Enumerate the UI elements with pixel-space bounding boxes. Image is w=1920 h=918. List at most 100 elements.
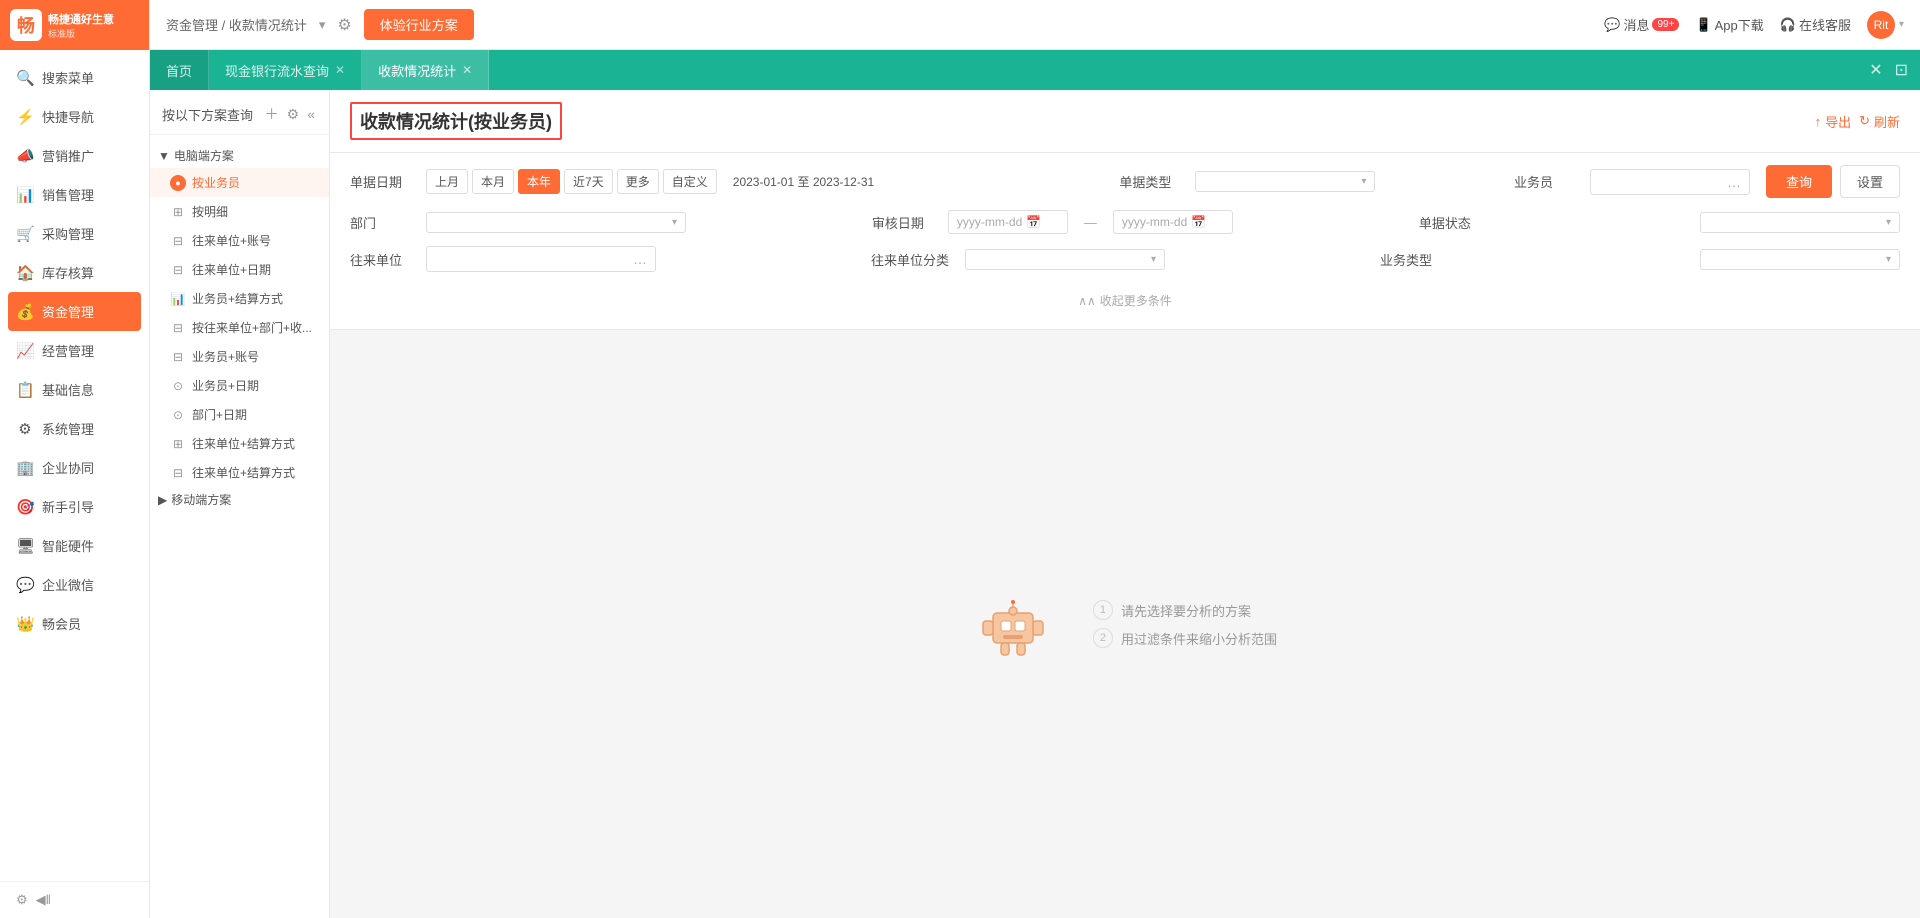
partner-category-select[interactable]: ▾ [965, 249, 1165, 270]
trial-button[interactable]: 体验行业方案 [364, 9, 474, 40]
tab-home[interactable]: 首页 [150, 50, 209, 90]
dept-select[interactable]: ▾ [426, 212, 686, 233]
salesman-select[interactable]: … [1590, 169, 1750, 195]
date-opt-custom[interactable]: 自定义 [663, 169, 717, 194]
sidebar-item-search[interactable]: 🔍 搜索菜单 [0, 58, 149, 97]
biz-type-dropdown-icon: ▾ [1886, 254, 1891, 265]
enterprise-icon: 🏢 [16, 459, 34, 477]
group-label: 电脑端方案 [174, 147, 234, 164]
mobile-group-label: 移动端方案 [171, 491, 231, 508]
sidebar-item-member[interactable]: 👑 畅会员 [0, 604, 149, 643]
tab-bank[interactable]: 现金银行流水查询 ✕ [209, 50, 362, 90]
review-date-from[interactable]: yyyy-mm-dd 📅 [948, 210, 1068, 234]
empty-state-container: 1 请先选择要分析的方案 2 用过滤条件来缩小分析范围 [973, 583, 1277, 666]
page-header: 收款情况统计(按业务员) ↑ 导出 ↻ 刷新 [330, 90, 1920, 153]
partner-select[interactable]: … [426, 246, 656, 272]
sidebar-menu: 🔍 搜索菜单 ⚡ 快捷导航 📣 营销推广 📊 销售管理 🛒 采购管理 🏠 库存核… [0, 50, 149, 881]
scheme-pd-icon: ⊟ [170, 263, 186, 277]
message-button[interactable]: 💬 消息 99+ [1604, 15, 1679, 34]
empty-illustration [973, 583, 1053, 666]
marketing-icon: 📣 [16, 147, 34, 165]
sidebar-item-system[interactable]: ⚙ 系统管理 [0, 409, 149, 448]
member-icon: 👑 [16, 615, 34, 633]
date-opt-this-year[interactable]: 本年 [518, 169, 560, 194]
page-title: 收款情况统计(按业务员) [350, 102, 562, 140]
export-button[interactable]: ↑ 导出 [1815, 112, 1852, 131]
sales-icon: 📊 [16, 186, 34, 204]
scheme-ss-icon: 📊 [170, 292, 186, 306]
scheme-item-salesman-account[interactable]: ⊟ 业务员+账号 [150, 342, 329, 371]
scheme-item-partner-settle2[interactable]: ⊟ 往来单位+结算方式 [150, 458, 329, 487]
sidebar-item-enterprise[interactable]: 🏢 企业协同 [0, 448, 149, 487]
scheme-item-dept-date[interactable]: ⊙ 部门+日期 [150, 400, 329, 429]
add-scheme-button[interactable]: ＋ [263, 102, 281, 126]
guide-icon: 🎯 [16, 498, 34, 516]
scheme-item-salesman-settle[interactable]: 📊 业务员+结算方式 [150, 284, 329, 313]
doc-type-label: 单据类型 [1119, 172, 1179, 191]
doc-status-dropdown-icon: ▾ [1886, 217, 1891, 228]
date-opt-more[interactable]: 更多 [617, 169, 659, 194]
settings-bottom-icon[interactable]: ⚙ [16, 892, 28, 908]
sidebar-item-purchase[interactable]: 🛒 采购管理 [0, 214, 149, 253]
scheme-item-partner-dept[interactable]: ⊟ 按往来单位+部门+收... [150, 313, 329, 342]
doc-status-label: 单据状态 [1419, 213, 1479, 232]
doc-status-select[interactable]: ▾ [1700, 212, 1900, 233]
inventory-icon: 🏠 [16, 264, 34, 282]
tab-spacer [489, 50, 1857, 90]
date-opt-7days[interactable]: 近7天 [564, 169, 613, 194]
sidebar-item-wechat[interactable]: 💬 企业微信 [0, 565, 149, 604]
scheme-group-mobile[interactable]: ▶ 移动端方案 [150, 487, 329, 512]
topbar: 资金管理 / 收款情况统计 ▾ ⚙ 体验行业方案 💬 消息 99+ 📱 App下… [150, 0, 1920, 50]
sidebar-item-quicknav[interactable]: ⚡ 快捷导航 [0, 97, 149, 136]
scheme-item-partner-settle1[interactable]: ⊞ 往来单位+结算方式 [150, 429, 329, 458]
scheme-item-partner-account[interactable]: ⊟ 往来单位+账号 [150, 226, 329, 255]
scheme-panel-actions: ＋ ⚙ « [263, 102, 317, 126]
review-date-label: 审核日期 [872, 213, 932, 232]
bank-tab-close-icon[interactable]: ✕ [335, 63, 345, 77]
sidebar-item-basic[interactable]: 📋 基础信息 [0, 370, 149, 409]
sidebar-item-finance[interactable]: 💰 资金管理 [8, 292, 141, 331]
biz-type-select[interactable]: ▾ [1700, 249, 1900, 270]
scheme-item-by-salesman[interactable]: ● 按业务员 [150, 168, 329, 197]
close-window-icon[interactable]: ✕ [1869, 60, 1882, 80]
online-service-button[interactable]: 🎧 在线客服 [1780, 15, 1851, 34]
topbar-gear-icon[interactable]: ⚙ [337, 15, 351, 35]
breadcrumb-dropdown-icon[interactable]: ▾ [319, 17, 326, 33]
collapse-filter-button[interactable]: ∧∧ 收起更多条件 [350, 284, 1900, 317]
refresh-button[interactable]: ↻ 刷新 [1859, 112, 1900, 131]
receipt-tab-close-icon[interactable]: ✕ [462, 63, 472, 77]
date-opt-this-month[interactable]: 本月 [472, 169, 514, 194]
review-date-to[interactable]: yyyy-mm-dd 📅 [1113, 210, 1233, 234]
tab-receipt[interactable]: 收款情况统计 ✕ [362, 50, 489, 90]
scheme-ps1-icon: ⊞ [170, 437, 186, 451]
scheme-item-by-detail[interactable]: ⊞ 按明细 [150, 197, 329, 226]
collapse-sidebar-icon[interactable]: ◀‖ [36, 892, 51, 908]
scheme-item-partner-date[interactable]: ⊟ 往来单位+日期 [150, 255, 329, 284]
sidebar-bottom: ⚙ ◀‖ [0, 881, 149, 918]
service-icon: 🎧 [1780, 17, 1796, 33]
hardware-icon: 🖥 [16, 537, 34, 555]
user-info[interactable]: Rit ▾ [1867, 11, 1904, 39]
sidebar-item-sales[interactable]: 📊 销售管理 [0, 175, 149, 214]
sidebar-item-inventory[interactable]: 🏠 库存核算 [0, 253, 149, 292]
logo-area: 畅 畅捷通好生意 标准版 [0, 0, 149, 50]
maximize-icon[interactable]: ⊡ [1895, 60, 1908, 80]
scheme-group-desktop[interactable]: ▼ 电脑端方案 [150, 143, 329, 168]
export-icon: ↑ [1815, 114, 1822, 129]
scheme-settings-icon[interactable]: ⚙ [285, 104, 302, 125]
collapse-panel-icon[interactable]: « [305, 104, 317, 124]
app-download-button[interactable]: 📱 App下载 [1695, 15, 1763, 34]
setting-button[interactable]: 设置 [1840, 165, 1900, 198]
sidebar-item-operation[interactable]: 📈 经营管理 [0, 331, 149, 370]
doc-type-select[interactable]: ▾ [1195, 171, 1375, 192]
date-opt-last-month[interactable]: 上月 [426, 169, 468, 194]
sidebar-item-marketing[interactable]: 📣 营销推广 [0, 136, 149, 175]
filter-row-date: 单据日期 上月 本月 本年 近7天 更多 自定义 2023-01-01 至 20… [350, 165, 1900, 198]
query-button[interactable]: 查询 [1766, 165, 1832, 198]
sidebar-item-hardware[interactable]: 🖥 智能硬件 [0, 526, 149, 565]
logo-text: 畅捷通好生意 标准版 [48, 11, 114, 40]
scheme-active-icon: ● [170, 175, 186, 191]
sidebar-item-guide[interactable]: 🎯 新手引导 [0, 487, 149, 526]
scheme-item-salesman-date[interactable]: ⊙ 业务员+日期 [150, 371, 329, 400]
partner-field: … [426, 246, 656, 272]
